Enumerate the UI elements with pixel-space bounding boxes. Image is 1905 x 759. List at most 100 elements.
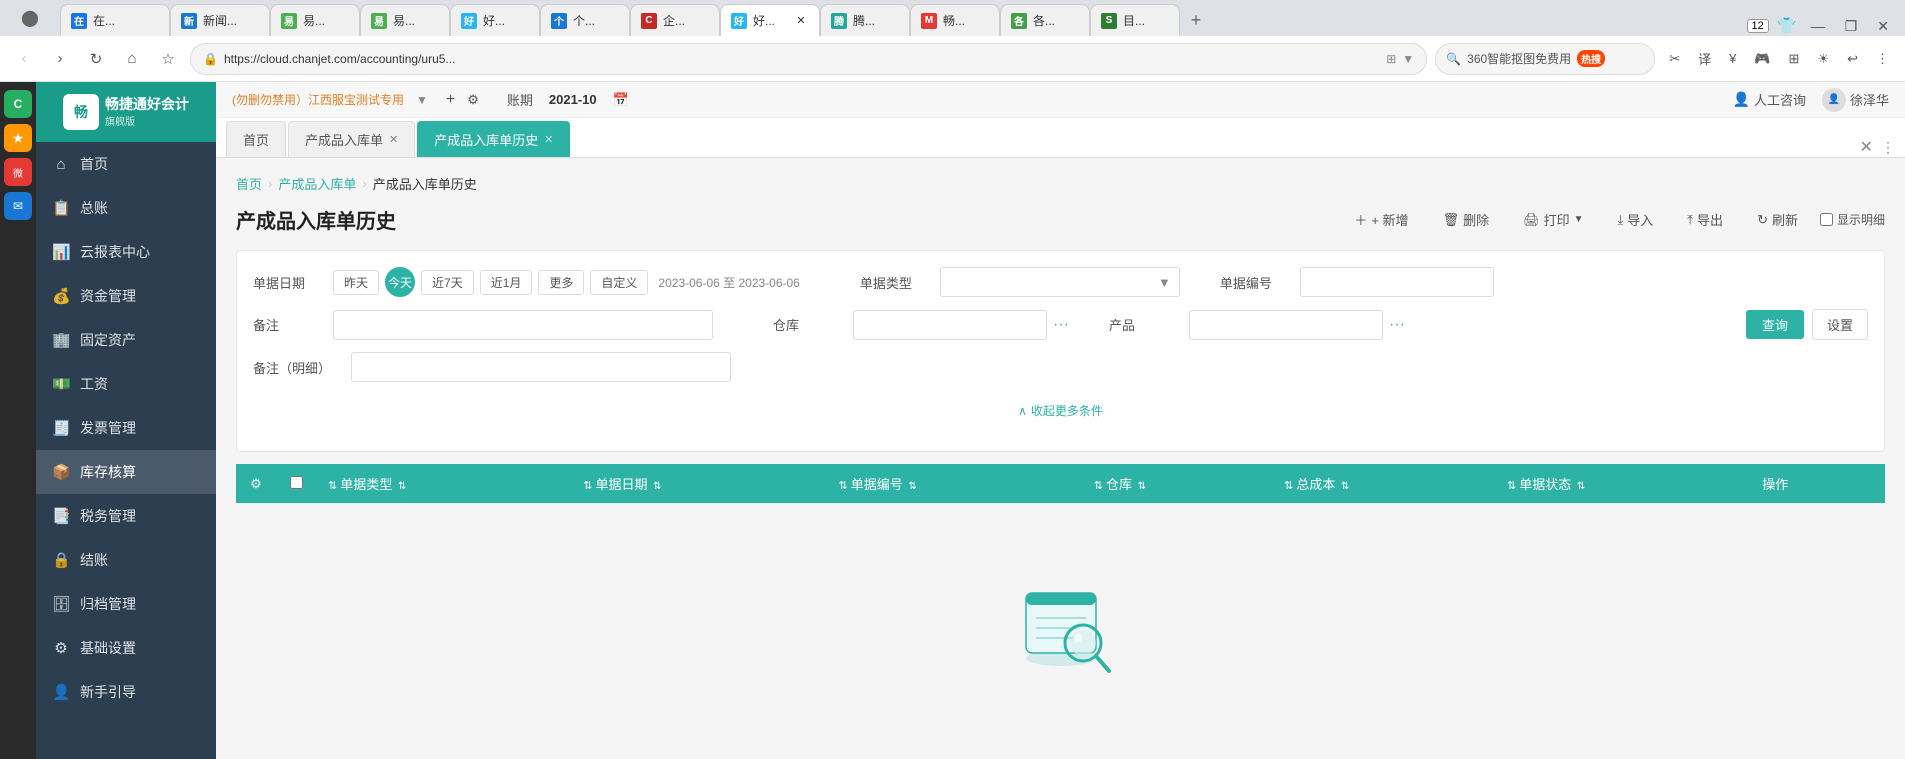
sidebar-item-capital[interactable]: 💰 资金管理 [36,274,216,318]
checkbox-column-header[interactable] [276,464,316,503]
tab-12[interactable]: S 目... [1090,4,1180,36]
address-bar[interactable]: 🔒 https://cloud.chanjet.com/accounting/u… [190,43,1427,75]
add-account-button[interactable]: + [446,91,455,109]
nav-search-area[interactable]: 🔍 360智能抠图免费用 热搜 [1435,43,1655,75]
select-all-checkbox[interactable] [290,476,303,489]
dropdown-icon[interactable]: ▼ [1402,52,1414,66]
sidebar-item-cloud-report[interactable]: 📊 云报表中心 [36,230,216,274]
tab-4[interactable]: 易 易... [360,4,450,36]
bill-type-select[interactable]: ▼ [940,267,1180,297]
tab-5[interactable]: 好 好... [450,4,540,36]
remark-detail-input[interactable] [351,352,731,382]
tab-7[interactable]: C 企... [630,4,720,36]
game-icon[interactable]: 🎮 [1748,47,1776,71]
show-columns-checkbox[interactable] [1820,213,1833,226]
content-tab-history-close[interactable]: ✕ [544,133,553,146]
browser-back-icon[interactable]: ⬤ [17,4,43,32]
refresh-button[interactable]: ↻ 刷新 [1745,205,1810,234]
delete-button[interactable]: 🗑 删除 [1431,205,1502,234]
content-tab-home[interactable]: 首页 [226,121,286,157]
date-7days-btn[interactable]: 近7天 [421,270,474,295]
warehouse-dots-btn[interactable]: ··· [1053,316,1069,334]
content-tab-purchase-close[interactable]: ✕ [389,133,398,146]
undo-icon[interactable]: ↩ [1841,47,1864,71]
customer-service-button[interactable]: 👤 人工咨询 [1733,90,1806,109]
bill-status-column-header[interactable]: 单据状态 ⇅ [1495,464,1750,503]
bill-type-column-header[interactable]: 单据类型 ⇅ [316,464,571,503]
date-more-btn[interactable]: 更多 [538,270,584,295]
app-icon-chanjet[interactable]: C [4,90,32,118]
bookmark-button[interactable]: ☆ [154,45,182,73]
tab-1[interactable]: 在 在... [60,4,170,36]
minimize-button[interactable]: — [1805,18,1831,34]
tab-9[interactable]: 腾 腾... [820,4,910,36]
reload-button[interactable]: ↻ [82,45,110,73]
print-button[interactable]: 🖨 打印 ▼ [1511,205,1595,234]
sidebar-item-payroll[interactable]: 💵 工资 [36,362,216,406]
date-custom-btn[interactable]: 自定义 [590,270,648,295]
forward-button[interactable]: › [46,45,74,73]
panel-more-button[interactable]: ⋮ [1881,139,1895,156]
tab-3[interactable]: 易 易... [270,4,360,36]
sidebar-item-guide[interactable]: 👤 新手引导 [36,670,216,714]
maximize-button[interactable]: ❐ [1839,18,1864,35]
home-button[interactable]: ⌂ [118,45,146,73]
sidebar-item-home[interactable]: ⌂ 首页 [36,142,216,186]
display-icon[interactable]: ☀ [1811,47,1835,71]
breadcrumb-bill-list[interactable]: 产成品入库单 [278,174,356,193]
currency-icon[interactable]: ¥ [1723,47,1742,70]
tab-8-close[interactable]: ✕ [793,13,809,29]
date-yesterday-btn[interactable]: 昨天 [333,270,379,295]
tab-10[interactable]: M 畅... [910,4,1000,36]
gear-column-header[interactable]: ⚙ [236,464,276,503]
settings-button[interactable]: 设置 [1812,309,1868,340]
tab-2[interactable]: 新 新闻... [170,4,270,36]
warehouse-input[interactable] [853,310,1047,340]
tab-6[interactable]: 个 个... [540,4,630,36]
collapse-button[interactable]: ∧ 收起更多条件 [1018,402,1103,419]
sidebar-item-invoice[interactable]: 🧾 发票管理 [36,406,216,450]
grid-icon[interactable]: ⊞ [1783,47,1806,71]
more-icon[interactable]: ⋮ [1870,47,1895,71]
close-button[interactable]: ✕ [1871,18,1895,35]
date-today-btn[interactable]: 今天 [385,267,415,297]
sidebar-item-inventory[interactable]: 📦 库存核算 [36,450,216,494]
breadcrumb-home[interactable]: 首页 [236,174,262,193]
account-settings-icon[interactable]: ⚙ [467,92,479,108]
product-dots-btn[interactable]: ··· [1389,316,1405,334]
scissors-icon[interactable]: ✂ [1663,47,1686,71]
add-button[interactable]: ＋ + 新增 [1342,205,1420,234]
tab-8[interactable]: 好 好... ✕ [720,4,820,36]
bill-no-input[interactable] [1300,267,1494,297]
export-button[interactable]: ⤒ 导出 [1675,205,1735,234]
sidebar-item-fixed-assets[interactable]: 🏢 固定资产 [36,318,216,362]
new-tab-button[interactable]: + [1180,4,1212,36]
date-1month-btn[interactable]: 近1月 [480,270,533,295]
period-dropdown[interactable]: ▼ [416,93,428,107]
gear-icon[interactable]: ⚙ [250,476,262,491]
remark-input[interactable] [333,310,713,340]
tab-11[interactable]: 各 各... [1000,4,1090,36]
bill-no-column-header[interactable]: 单据编号 ⇅ [827,464,1082,503]
app-icon-weibo[interactable]: 微 [4,158,32,186]
translate-icon[interactable]: 译 [1692,45,1717,72]
user-info-button[interactable]: 👤 徐泽华 [1822,88,1889,112]
sidebar-item-tax[interactable]: 📑 税务管理 [36,494,216,538]
product-input[interactable] [1189,310,1383,340]
total-cost-column-header[interactable]: 总成本 ⇅ [1272,464,1495,503]
app-icon-star[interactable]: ★ [4,124,32,152]
calendar-icon[interactable]: 📅 [613,92,629,108]
content-tab-purchase-order[interactable]: 产成品入库单 ✕ [288,121,415,157]
panel-close-button[interactable]: ✕ [1860,137,1873,157]
sidebar-item-archive[interactable]: 🗄 归档管理 [36,582,216,626]
bill-date-column-header[interactable]: 单据日期 ⇅ [571,464,826,503]
app-icon-mail[interactable]: ✉ [4,192,32,220]
sidebar-item-basic-settings[interactable]: ⚙ 基础设置 [36,626,216,670]
query-button[interactable]: 查询 [1746,310,1804,339]
content-tab-history[interactable]: 产成品入库单历史 ✕ [417,121,570,157]
sidebar-item-closing[interactable]: 🔒 结账 [36,538,216,582]
back-button[interactable]: ‹ [10,45,38,73]
sidebar-item-general-ledger[interactable]: 📋 总账 [36,186,216,230]
import-button[interactable]: ⤓ 导入 [1606,205,1666,234]
warehouse-column-header[interactable]: 仓库 ⇅ [1082,464,1272,503]
